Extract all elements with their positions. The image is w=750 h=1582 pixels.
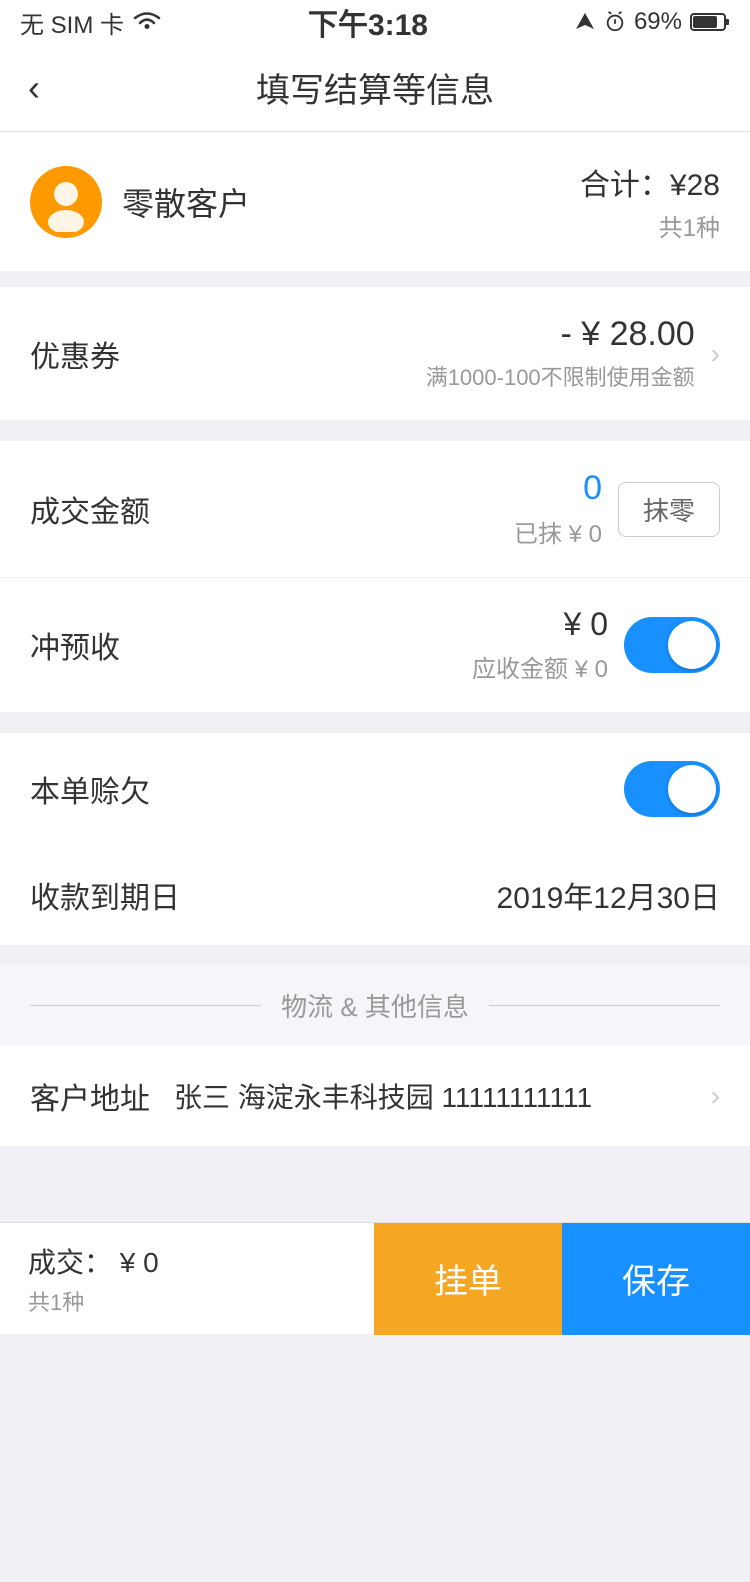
logistics-line-right xyxy=(489,1005,720,1006)
wifi-icon xyxy=(132,11,162,33)
prepayment-amount-area: ¥ 0 应收金额 ¥ 0 xyxy=(472,606,608,684)
battery-icon xyxy=(690,11,730,33)
prepayment-sub: 应收金额 ¥ 0 xyxy=(472,649,608,684)
customer-avatar xyxy=(30,166,102,238)
logistics-line-left xyxy=(30,1005,261,1006)
coupon-sub-text: 满1000-100不限制使用金额 xyxy=(426,360,695,392)
coupon-amount-area: - ¥ 28.00 满1000-100不限制使用金额 xyxy=(426,315,695,392)
deal-amount-label: 成交金额 xyxy=(30,487,150,531)
total-amount: 合计：¥28 xyxy=(580,160,720,204)
coupon-discount-amount: - ¥ 28.00 xyxy=(426,315,695,354)
address-value: 张三 海淀永丰科技园 11111111111 xyxy=(174,1076,699,1116)
bottom-count: 共1种 xyxy=(28,1285,346,1317)
deal-amount-right: 0 已抹 ¥ 0 抹零 xyxy=(514,469,720,549)
section-divider-2 xyxy=(0,713,750,733)
total-count: 共1种 xyxy=(580,208,720,243)
pending-button[interactable]: 挂单 xyxy=(374,1223,562,1335)
save-button[interactable]: 保存 xyxy=(562,1223,750,1335)
bottom-deal-label: 成交： xyxy=(28,1247,112,1278)
customer-row: 零散客户 合计：¥28 共1种 xyxy=(0,132,750,271)
bottom-deal-amount: ¥ 0 xyxy=(120,1247,159,1278)
logistics-header: 物流 & 其他信息 xyxy=(0,965,750,1046)
address-row[interactable]: 客户地址 张三 海淀永丰科技园 11111111111 › xyxy=(0,1046,750,1146)
section-divider-3 xyxy=(0,945,750,965)
credit-row: 本单赊欠 xyxy=(0,733,750,845)
customer-name: 零散客户 xyxy=(122,179,250,225)
customer-total: 合计：¥28 共1种 xyxy=(580,160,720,243)
deal-amount-area: 0 已抹 ¥ 0 xyxy=(514,469,602,549)
credit-toggle[interactable] xyxy=(624,761,720,817)
customer-left: 零散客户 xyxy=(30,166,250,238)
battery-percent: 69% xyxy=(634,8,682,36)
nav-bar: ‹ 填写结算等信息 xyxy=(0,44,750,132)
prepayment-label: 冲预收 xyxy=(30,623,120,667)
back-button[interactable]: ‹ xyxy=(28,67,40,109)
section-divider-1 xyxy=(0,421,750,441)
logistics-title: 物流 & 其他信息 xyxy=(281,987,469,1024)
coupon-right: - ¥ 28.00 满1000-100不限制使用金额 › xyxy=(426,315,720,392)
prepayment-value: ¥ 0 xyxy=(472,606,608,643)
address-label: 客户地址 xyxy=(30,1074,150,1118)
bottom-deal-text: 成交： ¥ 0 xyxy=(28,1241,346,1281)
bottom-bar: 成交： ¥ 0 共1种 挂单 保存 xyxy=(0,1222,750,1334)
coupon-row[interactable]: 优惠券 - ¥ 28.00 满1000-100不限制使用金额 › xyxy=(0,287,750,421)
location-icon xyxy=(574,11,596,33)
prepayment-toggle[interactable] xyxy=(624,617,720,673)
coupon-label: 优惠券 xyxy=(30,332,120,376)
alarm-icon xyxy=(604,11,626,33)
deal-amount-sub: 已抹 ¥ 0 xyxy=(514,514,602,549)
coupon-chevron-icon: › xyxy=(711,338,720,370)
status-right: 69% xyxy=(574,8,730,36)
due-date-row: 收款到期日 2019年12月30日 xyxy=(0,845,750,945)
deal-amount-value[interactable]: 0 xyxy=(514,469,602,508)
status-left: 无 SIM 卡 xyxy=(20,5,162,40)
status-bar: 无 SIM 卡 下午3:18 69% xyxy=(0,0,750,44)
credit-label: 本单赊欠 xyxy=(30,767,150,811)
bottom-info: 成交： ¥ 0 共1种 xyxy=(0,1241,374,1317)
content-area: 零散客户 合计：¥28 共1种 优惠券 - ¥ 28.00 满1000-100不… xyxy=(0,132,750,1582)
due-date-value: 2019年12月30日 xyxy=(497,873,720,917)
due-date-label: 收款到期日 xyxy=(30,873,180,917)
prepayment-right: ¥ 0 应收金额 ¥ 0 xyxy=(472,606,720,684)
moling-button[interactable]: 抹零 xyxy=(618,482,720,537)
avatar-icon xyxy=(36,172,96,232)
page-title: 填写结算等信息 xyxy=(256,63,494,112)
prepayment-row: 冲预收 ¥ 0 应收金额 ¥ 0 xyxy=(0,578,750,713)
sim-status: 无 SIM 卡 xyxy=(20,5,124,40)
deal-amount-row: 成交金额 0 已抹 ¥ 0 抹零 xyxy=(0,441,750,578)
status-time: 下午3:18 xyxy=(308,0,428,44)
address-chevron-icon: › xyxy=(711,1080,720,1112)
